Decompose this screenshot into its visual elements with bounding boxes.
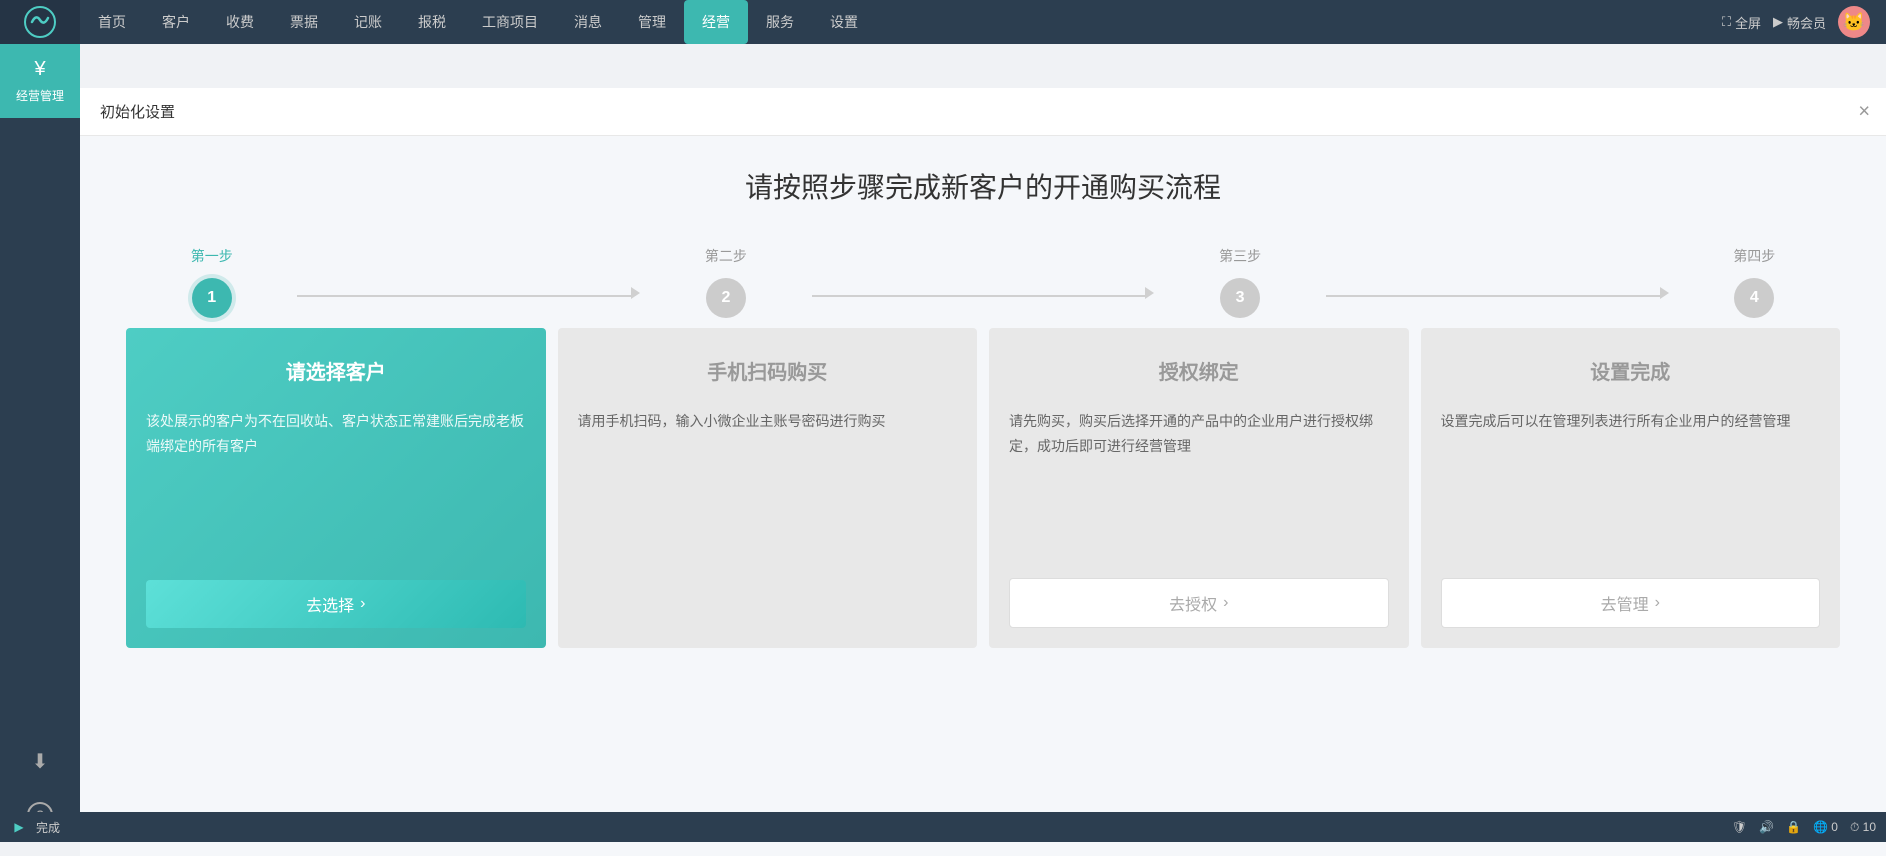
nav-customer[interactable]: 客户	[144, 0, 208, 44]
step-1-circle: 1	[192, 278, 232, 318]
step-card-4: 设置完成 设置完成后可以在管理列表进行所有企业用户的经营管理 去管理 ›	[1421, 328, 1841, 648]
play-icon: ▶	[14, 820, 23, 834]
content-area: 请按照步骤完成新客户的开通购买流程 第一步 1 第二步 2	[80, 136, 1886, 856]
step-1-action-button[interactable]: 去选择 ›	[146, 580, 526, 628]
step-1-header: 第一步 1	[126, 246, 297, 318]
step-3-label: 第三步	[1219, 246, 1261, 266]
fullscreen-button[interactable]: ⛶ 全屏	[1722, 13, 1761, 32]
lock-icon: 🔒	[1786, 820, 1801, 834]
step-4-arrow-icon: ›	[1655, 594, 1660, 612]
nav-fuwu[interactable]: 服务	[748, 0, 812, 44]
nav-jizhang[interactable]: 记账	[336, 0, 400, 44]
play-button[interactable]: ▶	[10, 818, 28, 836]
jingying-icon: ¥	[34, 58, 45, 81]
step-3-action-button[interactable]: 去授权 ›	[1009, 578, 1389, 628]
step-card-1: 请选择客户 该处展示的客户为不在回收站、客户状态正常建账后完成老板端绑定的所有客…	[126, 328, 546, 648]
nav-right: ⛶ 全屏 ▶ 畅会员 🐱	[1722, 6, 1886, 38]
step-2-header: 第二步 2	[640, 246, 811, 318]
fullscreen-icon: ⛶	[1722, 14, 1731, 30]
sidebar-item-jingying[interactable]: ¥ 经营管理	[0, 44, 80, 118]
step-card-1-btn-container: 去选择 ›	[146, 560, 526, 628]
shield-icon: 🛡	[1732, 820, 1747, 834]
step-2-circle: 2	[706, 278, 746, 318]
vip-icon: ▶	[1773, 14, 1783, 30]
status-bar: ▶ 完成 🛡 🔊 🔒 🌐 0 ⏱ 10	[0, 812, 1886, 842]
step-3-header: 第三步 3	[1154, 246, 1325, 318]
step-card-3-btn-container: 去授权 ›	[1009, 558, 1389, 628]
main-title: 请按照步骤完成新客户的开通购买流程	[120, 166, 1846, 206]
status-text: 完成	[36, 819, 60, 836]
step-4-label: 第四步	[1733, 246, 1775, 266]
step-card-4-btn-container: 去管理 ›	[1441, 558, 1821, 628]
vip-button[interactable]: ▶ 畅会员	[1773, 13, 1826, 32]
main-wrapper: 初始化设置 × 请按照步骤完成新客户的开通购买流程 第一步 1 第二步 2	[80, 88, 1886, 856]
nav-shoufei[interactable]: 收费	[208, 0, 272, 44]
page-title: 初始化设置	[100, 101, 175, 122]
sidebar-item-download[interactable]: ⬇	[0, 735, 80, 788]
step-4-header: 第四步 4	[1669, 246, 1840, 318]
step-card-3: 授权绑定 请先购买，购买后选择开通的产品中的企业用户进行授权绑定，成功后即可进行…	[989, 328, 1409, 648]
nav-gongshang[interactable]: 工商项目	[464, 0, 556, 44]
step-3-arrow-icon: ›	[1223, 594, 1228, 612]
step-card-4-title: 设置完成	[1441, 348, 1821, 393]
nav-baoshui[interactable]: 报税	[400, 0, 464, 44]
step-card-3-desc: 请先购买，购买后选择开通的产品中的企业用户进行授权绑定，成功后即可进行经营管理	[1009, 409, 1389, 558]
connector-3-4	[1326, 293, 1669, 299]
sidebar-logo	[0, 0, 80, 44]
step-card-4-desc: 设置完成后可以在管理列表进行所有企业用户的经营管理	[1441, 409, 1821, 558]
avatar[interactable]: 🐱	[1838, 6, 1870, 38]
step-card-1-desc: 该处展示的客户为不在回收站、客户状态正常建账后完成老板端绑定的所有客户	[146, 409, 526, 560]
nav-shezhi[interactable]: 设置	[812, 0, 876, 44]
step-card-1-title: 请选择客户	[146, 348, 526, 393]
step-2-label: 第二步	[705, 246, 747, 266]
step-card-2-title: 手机扫码购买	[578, 348, 958, 393]
volume-icon: 🔊	[1759, 820, 1774, 834]
nav-jingying[interactable]: 经营	[684, 0, 748, 44]
status-bar-right: 🛡 🔊 🔒 🌐 0 ⏱ 10	[1732, 820, 1876, 835]
steps-row: 第一步 1 第二步 2 第三步 3	[120, 246, 1846, 318]
nav-xiaoxi[interactable]: 消息	[556, 0, 620, 44]
step-3-circle: 3	[1220, 278, 1260, 318]
nav-piaoju[interactable]: 票据	[272, 0, 336, 44]
top-nav: 首页 客户 收费 票据 记账 报税 工商项目 消息 管理 经营 服务 设置 ⛶ …	[0, 0, 1886, 44]
step-4-action-button[interactable]: 去管理 ›	[1441, 578, 1821, 628]
step-1-label: 第一步	[191, 246, 233, 266]
page-header: 初始化设置 ×	[80, 88, 1886, 136]
connector-2-3	[812, 293, 1155, 299]
step-card-2-desc: 请用手机扫码，输入小微企业主账号密码进行购买	[578, 409, 958, 628]
step-card-2: 手机扫码购买 请用手机扫码，输入小微企业主账号密码进行购买	[558, 328, 978, 648]
network-status: 🌐 0	[1813, 820, 1838, 834]
connector-1-2	[297, 293, 640, 299]
step-4-circle: 4	[1734, 278, 1774, 318]
time-status: ⏱ 10	[1850, 820, 1876, 835]
download-icon: ⬇	[32, 749, 49, 774]
step-card-3-title: 授权绑定	[1009, 348, 1389, 393]
sidebar-item-label: 经营管理	[16, 87, 64, 104]
sidebar: ¥ 经营管理 ⬇ ?	[0, 0, 80, 842]
cards-container: 请选择客户 该处展示的客户为不在回收站、客户状态正常建账后完成老板端绑定的所有客…	[120, 328, 1846, 648]
nav-guanli[interactable]: 管理	[620, 0, 684, 44]
status-bar-left: ▶ 完成	[10, 818, 60, 836]
close-button[interactable]: ×	[1858, 100, 1870, 123]
btn-arrow-icon: ›	[360, 595, 365, 613]
nav-home[interactable]: 首页	[80, 0, 144, 44]
